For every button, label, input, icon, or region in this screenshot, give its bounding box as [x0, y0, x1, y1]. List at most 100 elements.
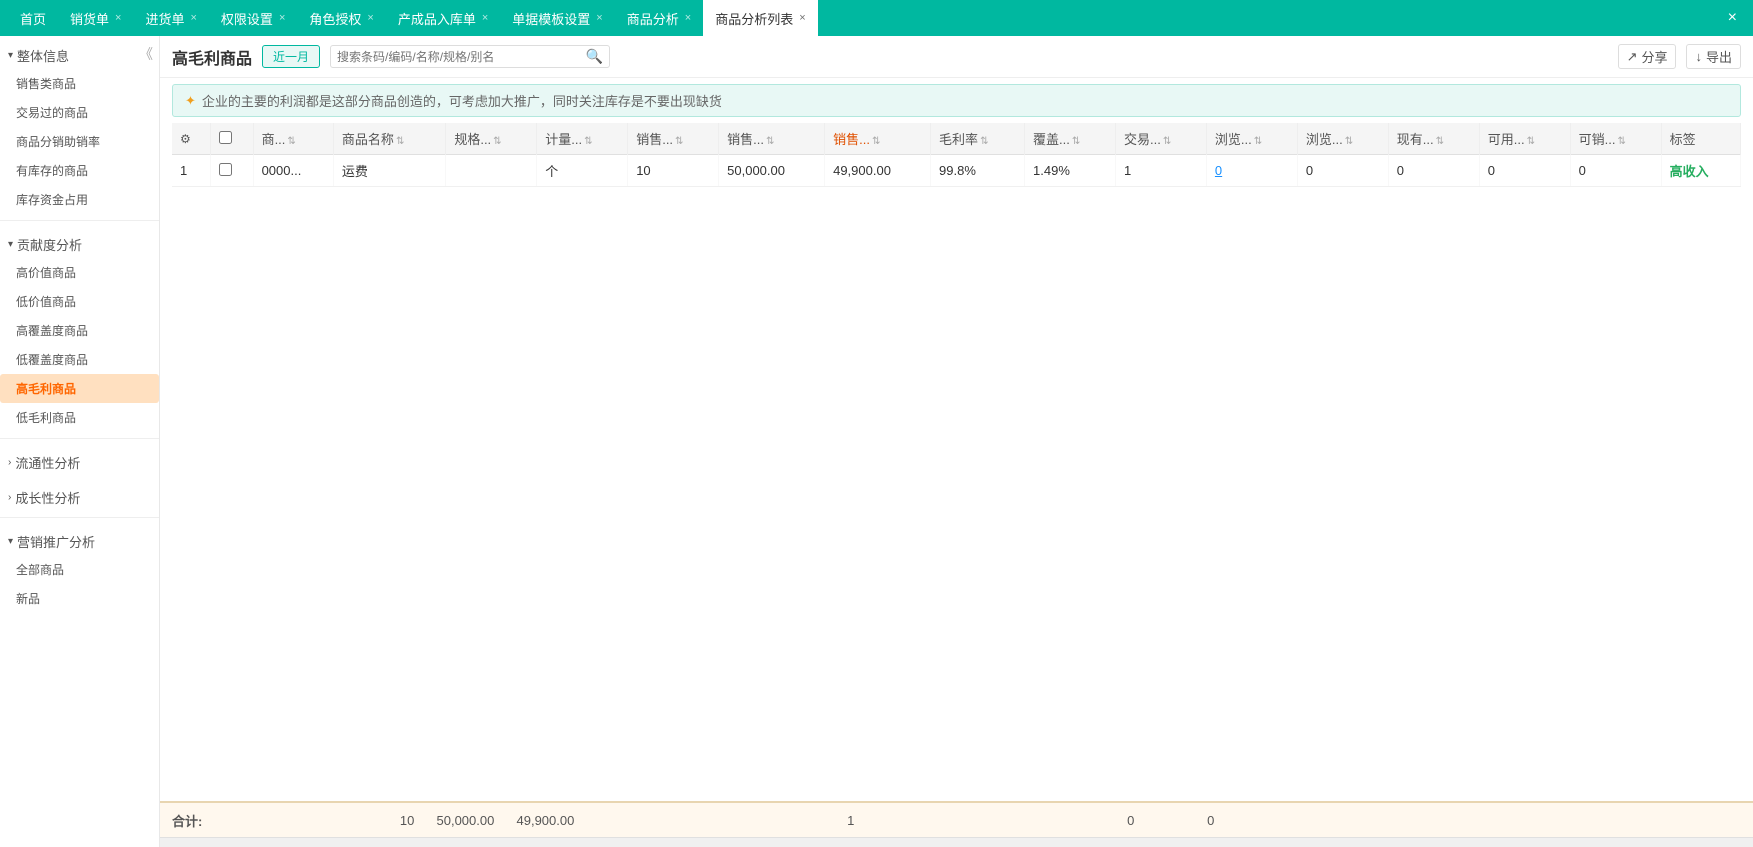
nav-close-template[interactable]: ×: [596, 12, 602, 24]
sidebar-item-traded-goods[interactable]: 交易过的商品: [0, 98, 159, 127]
nav-close-perm[interactable]: ×: [279, 12, 285, 24]
cell-checkbox[interactable]: [211, 155, 253, 187]
sidebar-item-sales-goods[interactable]: 销售类商品: [0, 69, 159, 98]
arrow-right-icon: ›: [8, 457, 11, 468]
sidebar-item-high-coverage[interactable]: 高覆盖度商品: [0, 316, 159, 345]
sort-icon-7: ⇅: [872, 136, 880, 147]
col-browse2[interactable]: 浏览...⇅: [1297, 123, 1388, 155]
nav-home[interactable]: 首页: [8, 0, 58, 36]
nav-close-analysis-list[interactable]: ×: [799, 12, 805, 24]
export-button[interactable]: ↓ 导出: [1686, 44, 1741, 69]
content-header: 高毛利商品 近一月 🔍 ↗ 分享 ↓ 导出: [160, 36, 1753, 78]
sidebar-group-growth-title[interactable]: › 成长性分析: [0, 484, 159, 511]
cell-coverage: 1.49%: [1025, 155, 1116, 187]
col-stock-available[interactable]: 可用...⇅: [1479, 123, 1570, 155]
col-sales-qty[interactable]: 销售...⇅: [628, 123, 719, 155]
nav-product-analysis-list[interactable]: 商品分析列表 ×: [703, 0, 817, 36]
tag-badge: 高收入: [1670, 164, 1709, 179]
nav-product-analysis[interactable]: 商品分析 ×: [615, 0, 703, 36]
cell-transactions: 1: [1115, 155, 1206, 187]
sidebar-collapse-button[interactable]: 《: [139, 44, 153, 64]
top-navigation: 首页 销货单 × 进货单 × 权限设置 × 角色授权 × 产成品入库单 × 单据…: [0, 0, 1753, 36]
cell-name: 运费: [333, 155, 445, 187]
sidebar-item-low-margin[interactable]: 低毛利商品: [0, 403, 159, 432]
nav-close-inbound[interactable]: ×: [482, 12, 488, 24]
nav-close-roles[interactable]: ×: [367, 12, 373, 24]
search-box: 🔍: [330, 45, 610, 68]
table-row: 1 0000... 运费 个 10 50,000.00 49,900.00 99…: [172, 155, 1741, 187]
nav-close-sales[interactable]: ×: [115, 12, 121, 24]
share-button[interactable]: ↗ 分享: [1618, 44, 1677, 69]
cell-spec: [446, 155, 537, 187]
filter-recent-month-button[interactable]: 近一月: [262, 45, 320, 68]
footer-cells: 10 50,000.00 49,900.00 1 0 0: [222, 813, 1222, 828]
arrow-down-icon-3: ▾: [8, 536, 13, 547]
sidebar-item-low-value[interactable]: 低价值商品: [0, 287, 159, 316]
sidebar-item-in-stock-goods[interactable]: 有库存的商品: [0, 156, 159, 185]
sidebar-item-high-value[interactable]: 高价值商品: [0, 258, 159, 287]
cell-tag: 高收入: [1661, 155, 1740, 187]
nav-sales-order[interactable]: 销货单 ×: [58, 0, 133, 36]
table-footer: 合计: 10 50,000.00 49,900.00 1 0 0: [160, 801, 1753, 837]
sidebar-item-new-goods[interactable]: 新品: [0, 584, 159, 613]
footer-transactions-val: 1: [782, 813, 862, 828]
sidebar-group-marketing-title[interactable]: ▾ 营销推广分析: [0, 528, 159, 555]
window-close-button[interactable]: ×: [1720, 9, 1745, 27]
footer-sales-profit-val: 49,900.00: [502, 813, 582, 828]
sidebar-group-contribution-title[interactable]: ▾ 贡献度分析: [0, 231, 159, 258]
col-stock-sellable[interactable]: 可销...⇅: [1570, 123, 1661, 155]
sidebar-item-low-coverage[interactable]: 低覆盖度商品: [0, 345, 159, 374]
col-coverage[interactable]: 覆盖...⇅: [1025, 123, 1116, 155]
export-icon: ↓: [1695, 49, 1702, 64]
sort-icon-12: ⇅: [1345, 136, 1353, 147]
col-unit[interactable]: 计量...⇅: [537, 123, 628, 155]
col-browse1[interactable]: 浏览...⇅: [1206, 123, 1297, 155]
nav-close-purchase[interactable]: ×: [190, 12, 196, 24]
sidebar-item-stock-capital[interactable]: 库存资金占用: [0, 185, 159, 214]
sort-icon-8: ⇅: [980, 136, 988, 147]
sidebar-item-all-goods[interactable]: 全部商品: [0, 555, 159, 584]
col-checkbox[interactable]: [211, 123, 253, 155]
cell-code[interactable]: 0000...: [253, 155, 333, 187]
col-settings[interactable]: ⚙: [172, 123, 211, 155]
col-sales-profit[interactable]: 销售...⇅: [825, 123, 931, 155]
info-banner: ✦ 企业的主要的利润都是这部分商品创造的，可考虑加大推广，同时关注库存是不要出现…: [172, 84, 1741, 117]
sidebar-group-liquidity-title[interactable]: › 流通性分析: [0, 449, 159, 476]
col-stock-current[interactable]: 现有...⇅: [1388, 123, 1479, 155]
col-sales-amount[interactable]: 销售...⇅: [719, 123, 825, 155]
info-icon: ✦: [185, 93, 196, 109]
col-spec[interactable]: 规格...⇅: [446, 123, 537, 155]
search-icon[interactable]: 🔍: [586, 48, 603, 65]
nav-product-inbound[interactable]: 产成品入库单 ×: [386, 0, 500, 36]
arrow-down-icon: ▾: [8, 50, 13, 61]
horizontal-scrollbar[interactable]: [160, 837, 1753, 847]
cell-stock-current: 0: [1388, 155, 1479, 187]
sidebar-item-high-margin[interactable]: 高毛利商品: [0, 374, 159, 403]
col-tag[interactable]: 标签: [1661, 123, 1740, 155]
sort-icon-3: ⇅: [493, 136, 501, 147]
select-all-checkbox[interactable]: [219, 131, 232, 144]
footer-spacer2: [862, 813, 1062, 828]
col-code[interactable]: 商...⇅: [253, 123, 333, 155]
col-gross-margin[interactable]: 毛利率⇅: [931, 123, 1025, 155]
nav-template-settings[interactable]: 单据模板设置 ×: [500, 0, 614, 36]
browse1-link[interactable]: 0: [1215, 163, 1222, 178]
cell-stock-sellable: 0: [1570, 155, 1661, 187]
col-transactions[interactable]: 交易...⇅: [1115, 123, 1206, 155]
nav-purchase-order[interactable]: 进货单 ×: [133, 0, 208, 36]
sidebar-item-distribution-rate[interactable]: 商品分销助销率: [0, 127, 159, 156]
nav-close-analysis[interactable]: ×: [685, 12, 691, 24]
table-container: ⚙ 商...⇅ 商品名称⇅ 规格...⇅ 计量...⇅ 销售...⇅ 销售...…: [160, 123, 1753, 801]
footer-sales-qty: [222, 813, 342, 828]
cell-browse1[interactable]: 0: [1206, 155, 1297, 187]
row-checkbox[interactable]: [219, 163, 232, 176]
sort-icon-4: ⇅: [584, 136, 592, 147]
col-name[interactable]: 商品名称⇅: [333, 123, 445, 155]
search-input[interactable]: [337, 50, 586, 64]
sidebar-group-contribution: ▾ 贡献度分析 高价值商品 低价值商品 高覆盖度商品 低覆盖度商品 高毛利商品 …: [0, 225, 159, 434]
sort-icon-13: ⇅: [1436, 136, 1444, 147]
nav-roles[interactable]: 角色授权 ×: [297, 0, 385, 36]
sidebar-group-general-title[interactable]: ▾ 整体信息: [0, 42, 159, 69]
sidebar-group-marketing: ▾ 营销推广分析 全部商品 新品: [0, 522, 159, 615]
nav-permissions[interactable]: 权限设置 ×: [209, 0, 297, 36]
